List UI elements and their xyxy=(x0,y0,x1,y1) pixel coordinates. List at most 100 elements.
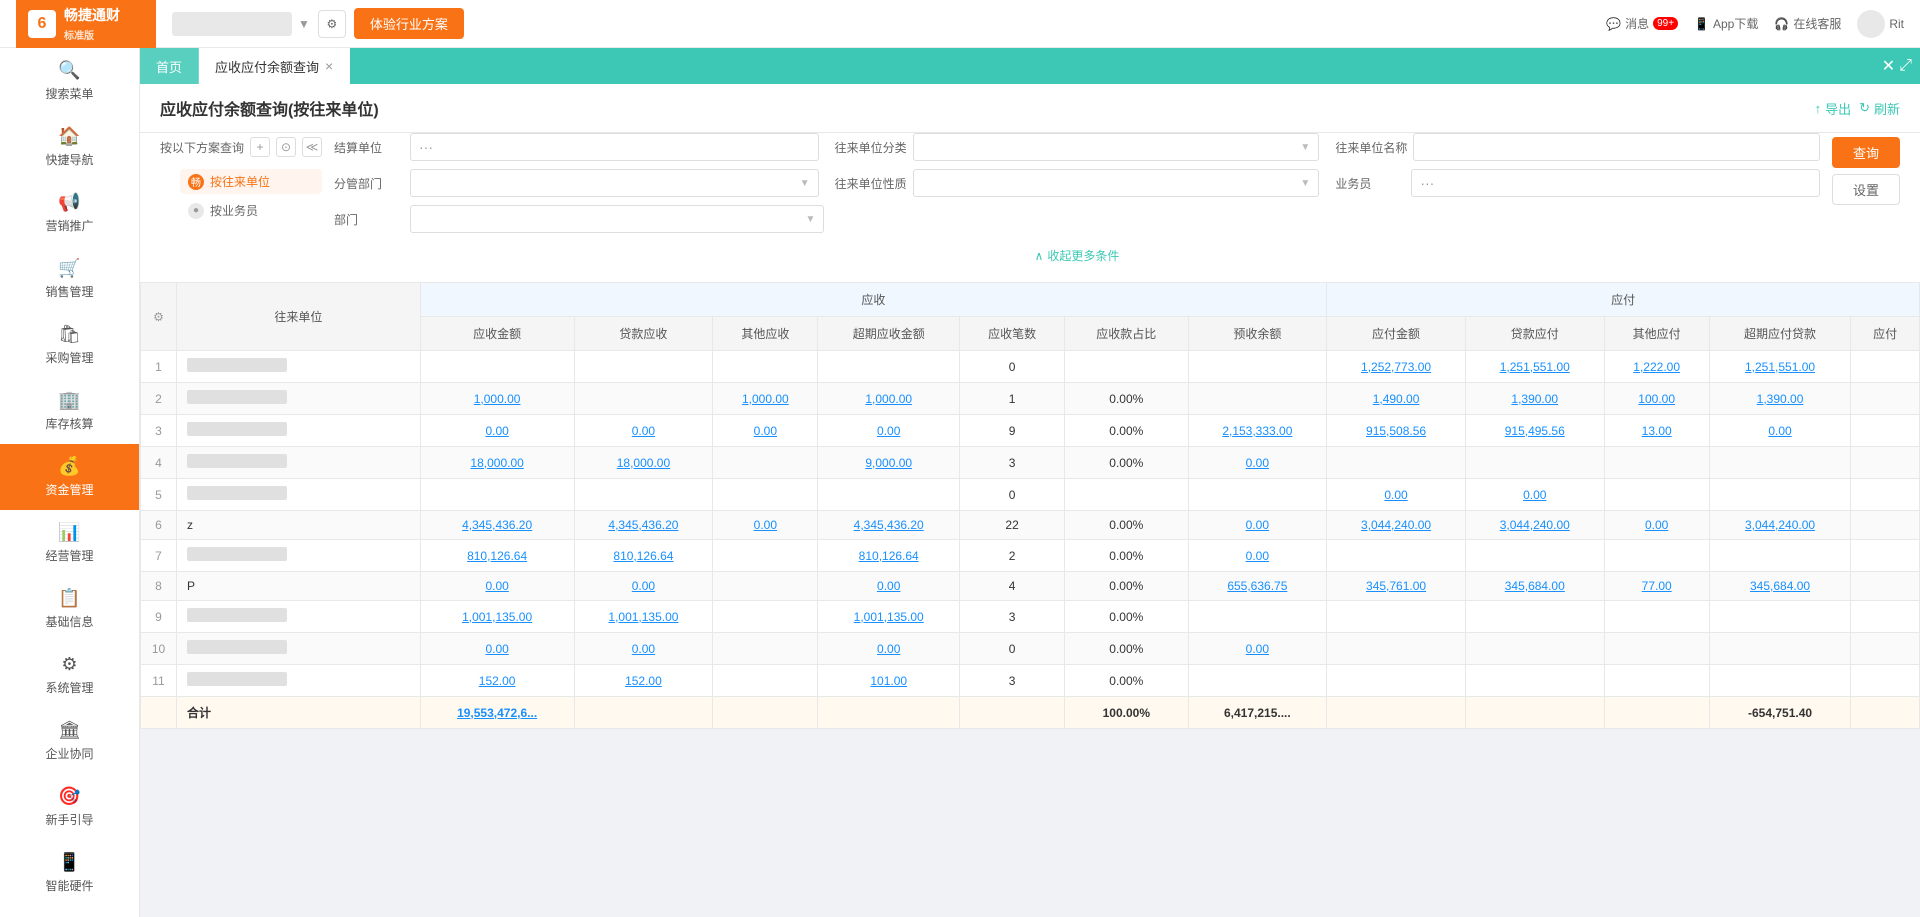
row-other_recv[interactable]: 0.00 xyxy=(713,415,818,447)
tab-maximize-icon[interactable]: ⤢ xyxy=(1899,57,1912,75)
row-recv_amt[interactable]: 0.00 xyxy=(420,633,574,665)
query-button[interactable]: 查询 xyxy=(1832,137,1900,168)
row-overdue_recv[interactable]: 0.00 xyxy=(818,415,960,447)
row-loan_pay[interactable]: 1,251,551.00 xyxy=(1465,351,1604,383)
row-other_pay[interactable]: 13.00 xyxy=(1604,415,1709,447)
row-loan_recv[interactable]: 4,345,436.20 xyxy=(574,511,713,540)
row-recv_amt[interactable]: 4,345,436.20 xyxy=(420,511,574,540)
app-download-button[interactable]: 📱 App下载 xyxy=(1694,15,1758,32)
row-loan_recv[interactable]: 1,001,135.00 xyxy=(574,601,713,633)
row-other_recv[interactable]: 1,000.00 xyxy=(713,383,818,415)
row-overdue_pay[interactable]: 1,390.00 xyxy=(1709,383,1851,415)
row-pay_amt[interactable]: 1,252,773.00 xyxy=(1327,351,1466,383)
sidebar-item-operations[interactable]: 📊 经营管理 xyxy=(0,510,139,576)
row-pay_amt[interactable]: 1,490.00 xyxy=(1327,383,1466,415)
partner-category-input[interactable]: ▼ xyxy=(913,133,1320,161)
tab-close-window-icon[interactable]: ✕ xyxy=(1882,56,1895,76)
add-scheme-button[interactable]: + xyxy=(250,137,270,157)
online-service-button[interactable]: 🎧 在线客服 xyxy=(1774,15,1841,32)
row-recv_amt[interactable]: 810,126.64 xyxy=(420,540,574,572)
table-settings-icon[interactable]: ⚙ xyxy=(153,310,164,324)
row-other_pay[interactable]: 100.00 xyxy=(1604,383,1709,415)
row-prepay_bal[interactable]: 655,636.75 xyxy=(1188,572,1327,601)
tab-receivable-payable[interactable]: 应收应付余额查询 × xyxy=(199,48,350,84)
row-loan_recv[interactable]: 0.00 xyxy=(574,633,713,665)
row-overdue_recv[interactable]: 1,000.00 xyxy=(818,383,960,415)
row-other_pay[interactable]: 77.00 xyxy=(1604,572,1709,601)
sidebar-item-basic-info[interactable]: 📋 基础信息 xyxy=(0,576,139,642)
export-button[interactable]: ↑ 导出 xyxy=(1815,99,1852,118)
user-info[interactable]: Rit xyxy=(1857,10,1904,38)
row-loan_pay[interactable]: 3,044,240.00 xyxy=(1465,511,1604,540)
sidebar-item-marketing[interactable]: 📢 营销推广 xyxy=(0,180,139,246)
set-button[interactable]: 设置 xyxy=(1832,174,1900,205)
sidebar-item-search[interactable]: 🔍 搜索菜单 xyxy=(0,48,139,114)
row-overdue_recv[interactable]: 9,000.00 xyxy=(818,447,960,479)
row-other_pay[interactable]: 0.00 xyxy=(1604,511,1709,540)
row-overdue_pay[interactable]: 3,044,240.00 xyxy=(1709,511,1851,540)
row-overdue_recv[interactable]: 0.00 xyxy=(818,633,960,665)
row-overdue_recv[interactable]: 4,345,436.20 xyxy=(818,511,960,540)
partner-nature-input[interactable]: ▼ xyxy=(913,169,1320,197)
refresh-button[interactable]: ↻ 刷新 xyxy=(1859,99,1900,118)
row-loan_pay[interactable]: 1,390.00 xyxy=(1465,383,1604,415)
row-loan_pay[interactable]: 345,684.00 xyxy=(1465,572,1604,601)
row-loan_recv[interactable]: 18,000.00 xyxy=(574,447,713,479)
row-pay_amt[interactable]: 0.00 xyxy=(1327,479,1466,511)
scheme-item-by-partner[interactable]: 畅 按往来单位 xyxy=(180,169,322,194)
department-input[interactable]: ▼ xyxy=(410,205,824,233)
settings-button[interactable]: ⚙ xyxy=(318,10,346,38)
partner-name-input[interactable] xyxy=(1413,133,1820,161)
row-loan_recv[interactable]: 0.00 xyxy=(574,572,713,601)
solution-button[interactable]: 体验行业方案 xyxy=(354,8,464,39)
row-recv_amt[interactable]: 18,000.00 xyxy=(420,447,574,479)
scheme-settings-button[interactable]: ⊙ xyxy=(276,137,296,157)
row-other_recv[interactable]: 0.00 xyxy=(713,511,818,540)
row-overdue_pay[interactable]: 345,684.00 xyxy=(1709,572,1851,601)
sidebar-item-enterprise[interactable]: 🏛 企业协同 xyxy=(0,708,139,774)
row-loan_recv[interactable]: 810,126.64 xyxy=(574,540,713,572)
row-loan_pay[interactable]: 0.00 xyxy=(1465,479,1604,511)
row-recv_amt[interactable]: 0.00 xyxy=(420,415,574,447)
collapse-button[interactable]: ∧ 收起更多条件 xyxy=(1035,247,1120,264)
scheme-item-by-salesman[interactable]: ● 按业务员 xyxy=(180,198,322,223)
row-overdue_recv[interactable]: 1,001,135.00 xyxy=(818,601,960,633)
dept-input[interactable]: ▼ xyxy=(410,169,819,197)
row-loan_pay[interactable]: 915,495.56 xyxy=(1465,415,1604,447)
row-prepay_bal[interactable]: 0.00 xyxy=(1188,633,1327,665)
sidebar-item-newbie[interactable]: 🎯 新手引导 xyxy=(0,774,139,840)
sidebar-item-smart-hw[interactable]: 📱 智能硬件 xyxy=(0,840,139,906)
row-loan_recv[interactable]: 152.00 xyxy=(574,665,713,697)
sidebar-item-sales[interactable]: 🛒 销售管理 xyxy=(0,246,139,312)
row-overdue_pay[interactable]: 1,251,551.00 xyxy=(1709,351,1851,383)
scheme-arrow-button[interactable]: ≪ xyxy=(302,137,322,157)
row-overdue_recv[interactable]: 810,126.64 xyxy=(818,540,960,572)
settlement-input[interactable]: ··· xyxy=(410,133,819,161)
row-recv_amt[interactable]: 1,000.00 xyxy=(420,383,574,415)
row-pay_amt[interactable]: 3,044,240.00 xyxy=(1327,511,1466,540)
row-prepay_bal[interactable]: 0.00 xyxy=(1188,511,1327,540)
row-overdue_recv[interactable]: 101.00 xyxy=(818,665,960,697)
row-recv_amt[interactable]: 1,001,135.00 xyxy=(420,601,574,633)
messages-button[interactable]: 💬 消息 99+ xyxy=(1606,15,1678,32)
row-prepay_bal[interactable]: 0.00 xyxy=(1188,447,1327,479)
salesman-input[interactable]: ··· xyxy=(1411,169,1820,197)
dropdown-icon[interactable]: ▼ xyxy=(298,17,310,31)
sidebar-item-quick-nav[interactable]: 🏠 快捷导航 xyxy=(0,114,139,180)
tab-home[interactable]: 首页 xyxy=(140,48,199,84)
sidebar-item-warehouse[interactable]: 🏢 库存核算 xyxy=(0,378,139,444)
tab-close-button[interactable]: × xyxy=(325,58,333,74)
row-recv_amt[interactable]: 152.00 xyxy=(420,665,574,697)
sidebar-item-finance[interactable]: 💰 资金管理 xyxy=(0,444,139,510)
row-pay_amt[interactable]: 915,508.56 xyxy=(1327,415,1466,447)
sidebar-item-wechat[interactable]: 💬 企业微信 xyxy=(0,906,139,917)
sidebar-item-purchase[interactable]: 🛍 采购管理 xyxy=(0,312,139,378)
footer-recv-amt[interactable]: 19,553,472,6... xyxy=(420,697,574,729)
row-overdue_pay[interactable]: 0.00 xyxy=(1709,415,1851,447)
row-prepay_bal[interactable]: 2,153,333.00 xyxy=(1188,415,1327,447)
row-other_pay[interactable]: 1,222.00 xyxy=(1604,351,1709,383)
sidebar-item-system[interactable]: ⚙ 系统管理 xyxy=(0,642,139,708)
row-loan_recv[interactable]: 0.00 xyxy=(574,415,713,447)
row-prepay_bal[interactable]: 0.00 xyxy=(1188,540,1327,572)
row-recv_amt[interactable]: 0.00 xyxy=(420,572,574,601)
